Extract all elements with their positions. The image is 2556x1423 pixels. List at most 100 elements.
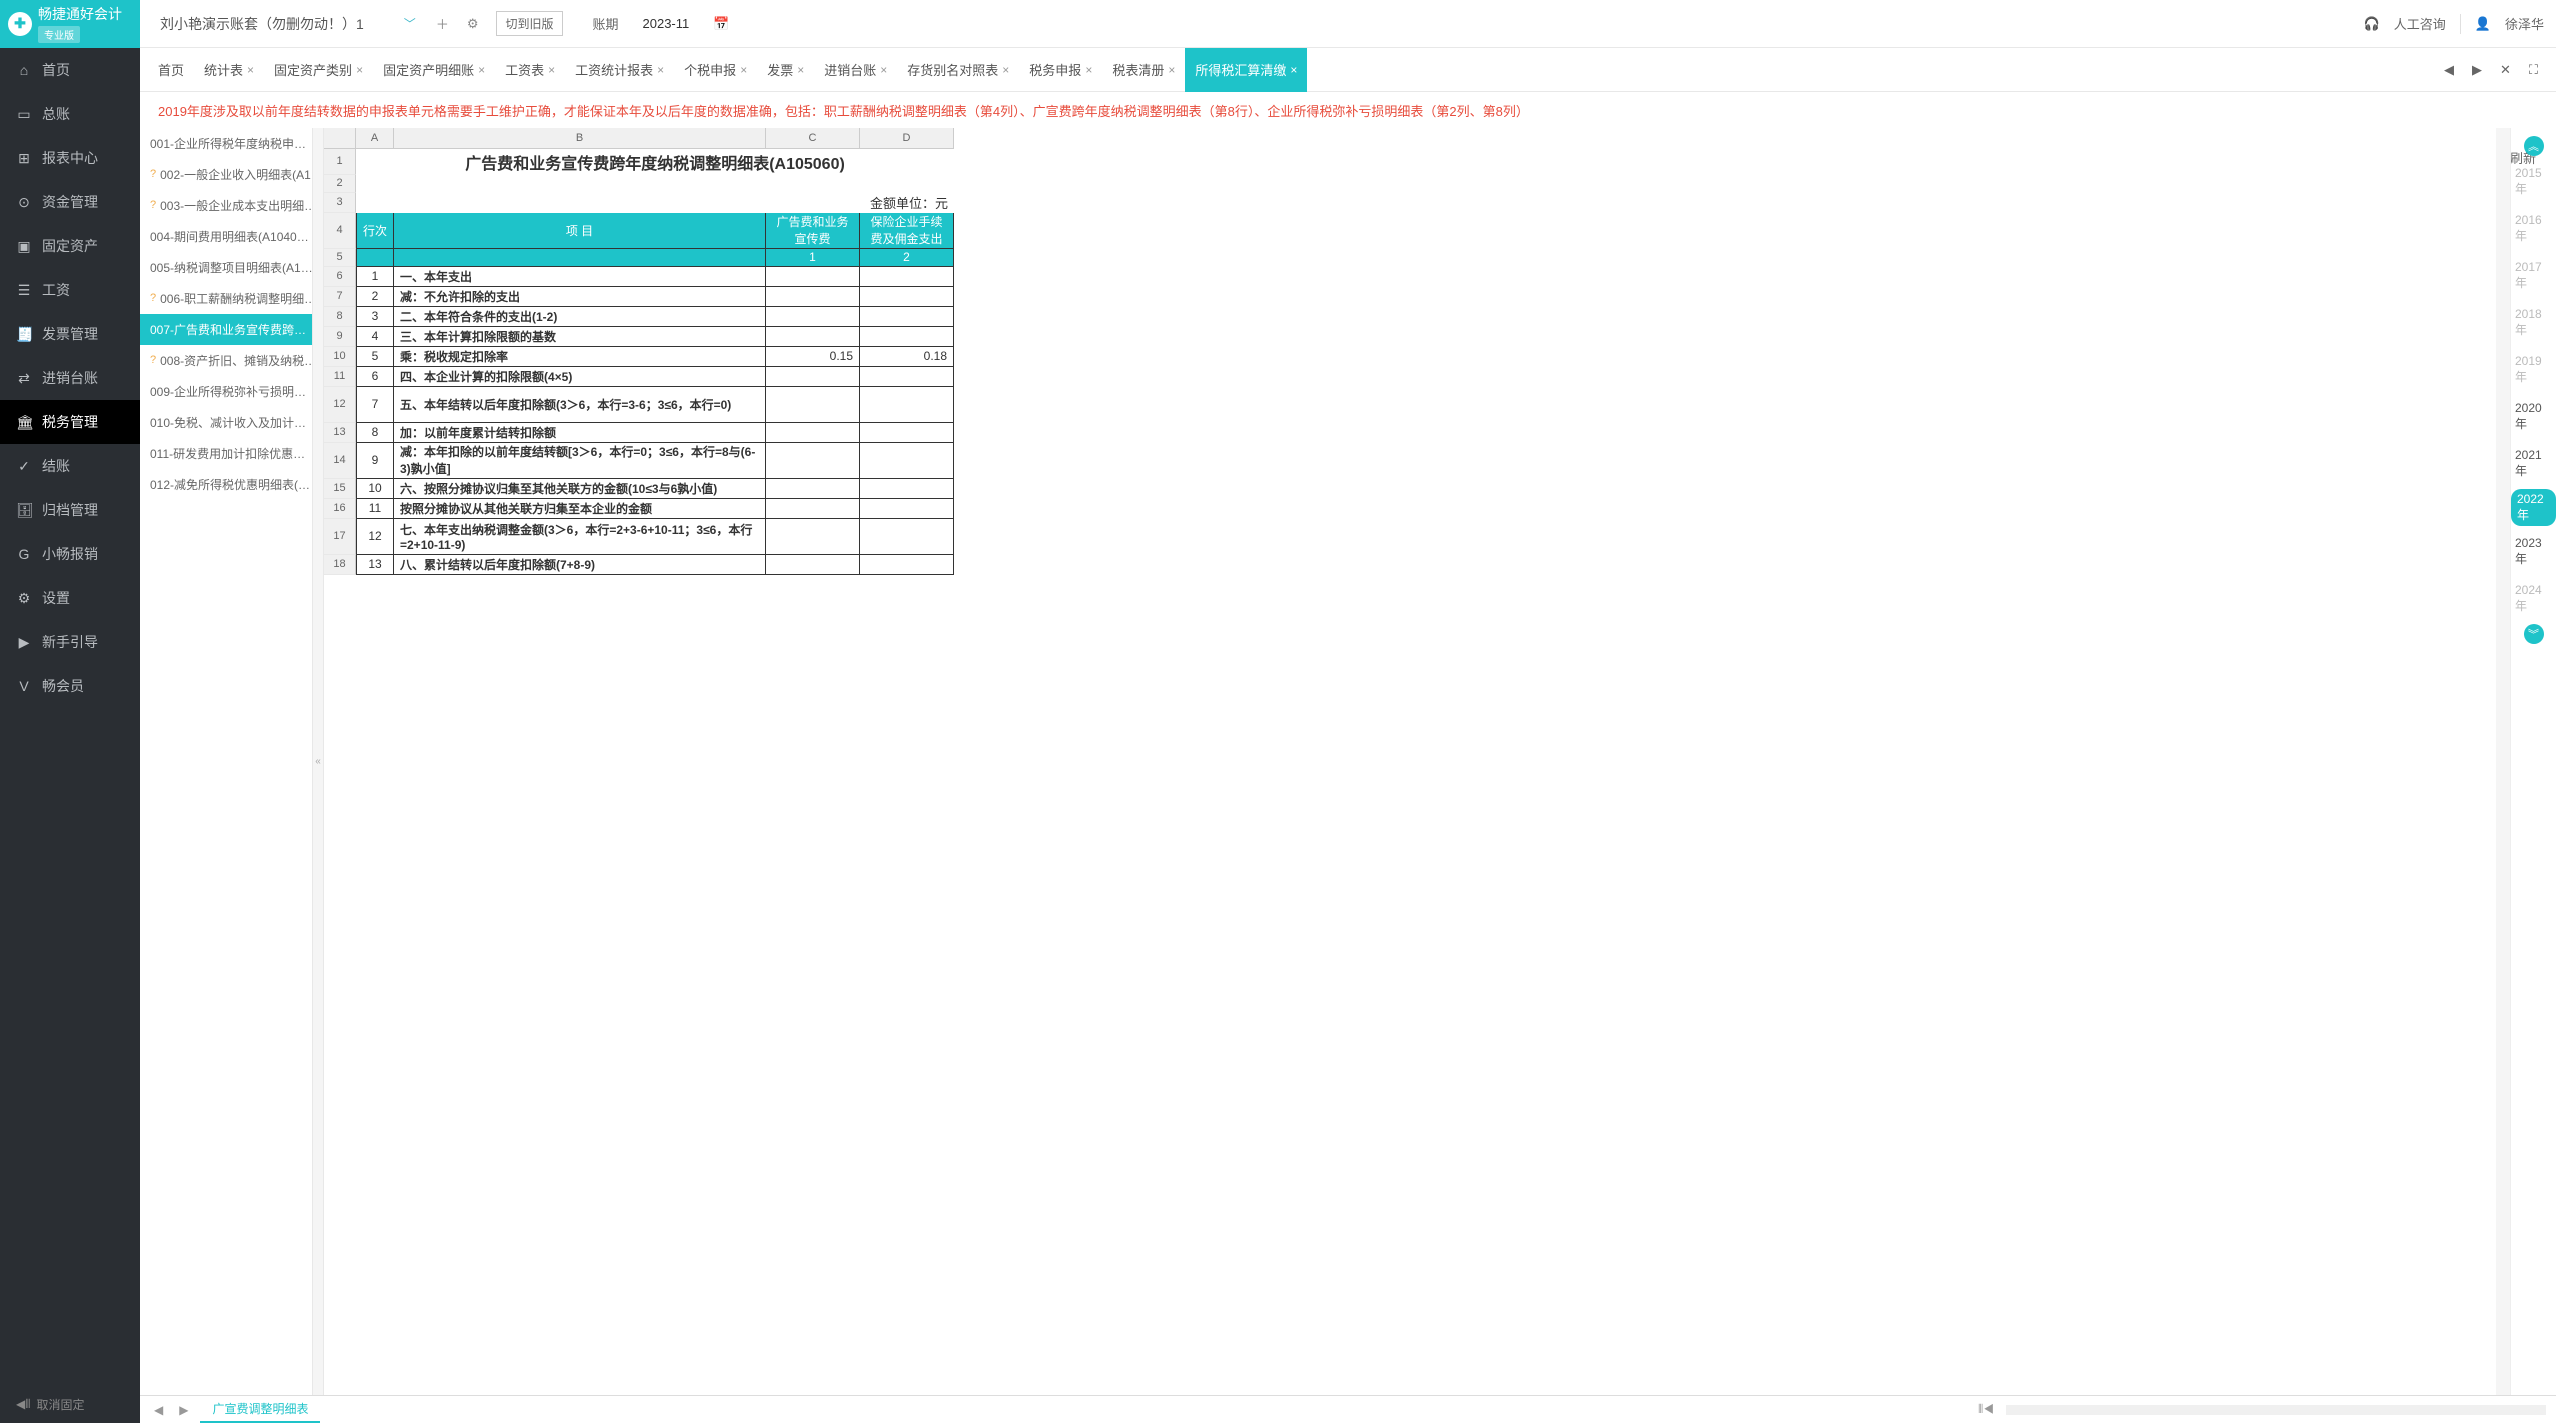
nav-item-0[interactable]: ⌂首页: [0, 48, 140, 92]
tab-close-icon[interactable]: ×: [1290, 63, 1297, 77]
cell-d[interactable]: [860, 307, 954, 327]
nav-item-3[interactable]: ⊙资金管理: [0, 180, 140, 224]
form-item-0[interactable]: 001-企业所得税年度纳税申…: [140, 128, 312, 159]
cell-c[interactable]: [766, 287, 860, 307]
cell-d[interactable]: [860, 555, 954, 575]
add-icon[interactable]: ＋: [436, 14, 449, 33]
cell-c[interactable]: [766, 267, 860, 287]
nav-item-1[interactable]: ▭总账: [0, 92, 140, 136]
cell-c[interactable]: [766, 499, 860, 519]
cell-c[interactable]: [766, 367, 860, 387]
year-2022年[interactable]: 2022年: [2511, 489, 2556, 526]
tab-close-icon[interactable]: ×: [247, 63, 254, 77]
tab-7[interactable]: 发票×: [757, 48, 814, 92]
support-link[interactable]: 人工咨询: [2394, 14, 2446, 33]
cell-c[interactable]: [766, 387, 860, 423]
tab-6[interactable]: 个税申报×: [674, 48, 757, 92]
tab-scroll-left-icon[interactable]: ◀: [2440, 58, 2458, 82]
cell-c[interactable]: [766, 479, 860, 499]
tab-close-icon[interactable]: ×: [548, 63, 555, 77]
fullscreen-icon[interactable]: ⛶: [2525, 58, 2542, 82]
cell-d[interactable]: [860, 519, 954, 555]
tab-close-icon[interactable]: ×: [356, 63, 363, 77]
cell-d[interactable]: [860, 479, 954, 499]
cell-d[interactable]: [860, 267, 954, 287]
year-2023年[interactable]: 2023年: [2511, 530, 2556, 573]
tab-close-icon[interactable]: ×: [740, 63, 747, 77]
cell-c[interactable]: [766, 423, 860, 443]
cell-d[interactable]: [860, 443, 954, 479]
user-name[interactable]: 徐泽华: [2505, 14, 2544, 33]
tab-11[interactable]: 税表清册×: [1102, 48, 1185, 92]
period-value[interactable]: 2023-11: [643, 16, 690, 31]
year-2021年[interactable]: 2021年: [2511, 442, 2556, 485]
form-item-3[interactable]: 004-期间费用明细表(A1040…: [140, 221, 312, 252]
tab-5[interactable]: 工资统计报表×: [565, 48, 674, 92]
tab-close-icon[interactable]: ×: [797, 63, 804, 77]
year-down-icon[interactable]: ︾: [2524, 624, 2544, 644]
cell-d[interactable]: [860, 367, 954, 387]
tab-0[interactable]: 首页: [148, 48, 194, 92]
year-2020年[interactable]: 2020年: [2511, 395, 2556, 438]
cell-d[interactable]: [860, 287, 954, 307]
tab-9[interactable]: 存货别名对照表×: [897, 48, 1019, 92]
tab-3[interactable]: 固定资产明细账×: [373, 48, 495, 92]
tab-10[interactable]: 税务申报×: [1019, 48, 1102, 92]
cell-d[interactable]: [860, 327, 954, 347]
form-item-4[interactable]: 005-纳税调整项目明细表(A1…: [140, 252, 312, 283]
form-item-11[interactable]: 012-减免所得税优惠明细表(…: [140, 469, 312, 500]
form-item-8[interactable]: 009-企业所得税弥补亏损明…: [140, 376, 312, 407]
nav-item-2[interactable]: ⊞报表中心: [0, 136, 140, 180]
cell-d[interactable]: [860, 423, 954, 443]
form-item-10[interactable]: 011-研发费用加计扣除优惠…: [140, 438, 312, 469]
cell-c[interactable]: [766, 307, 860, 327]
cell-c[interactable]: [766, 327, 860, 347]
tab-close-icon[interactable]: ×: [1168, 63, 1175, 77]
tab-close-all-icon[interactable]: ✕: [2496, 58, 2515, 82]
account-caret-icon[interactable]: ﹀: [404, 15, 416, 32]
nav-item-12[interactable]: ⚙设置: [0, 576, 140, 620]
form-item-2[interactable]: ?003-一般企业成本支出明细…: [140, 190, 312, 221]
nav-item-11[interactable]: G小畅报销: [0, 532, 140, 576]
calendar-icon[interactable]: 📅: [713, 16, 729, 32]
account-select[interactable]: 刘小艳演示账套（勿删勿动！）1: [160, 14, 364, 34]
year-up-icon[interactable]: ︽: [2524, 136, 2544, 156]
user-icon[interactable]: 👤: [2475, 16, 2491, 32]
nav-item-6[interactable]: 🧾发票管理: [0, 312, 140, 356]
cell-c[interactable]: 0.15: [766, 347, 860, 367]
nav-item-13[interactable]: ▶新手引导: [0, 620, 140, 664]
switch-old-version-button[interactable]: 切到旧版: [496, 11, 562, 36]
sheet-nav-next-icon[interactable]: ▶: [175, 1403, 192, 1417]
form-item-7[interactable]: ?008-资产折旧、摊销及纳税…: [140, 345, 312, 376]
tab-8[interactable]: 进销台账×: [814, 48, 897, 92]
sheet-nav-prev-icon[interactable]: ◀: [150, 1403, 167, 1417]
cell-d[interactable]: [860, 387, 954, 423]
form-item-1[interactable]: ?002-一般企业收入明细表(A1…: [140, 159, 312, 190]
spreadsheet[interactable]: ABCD1广告费和业务宣传费跨年度纳税调整明细表(A105060)23金额单位：…: [324, 128, 2496, 1396]
nav-item-9[interactable]: ✓结账: [0, 444, 140, 488]
tab-close-icon[interactable]: ×: [880, 63, 887, 77]
headset-icon[interactable]: 🎧: [2364, 16, 2380, 32]
settings-gear-icon[interactable]: ⚙: [467, 16, 479, 32]
tab-close-icon[interactable]: ×: [1002, 63, 1009, 77]
tab-close-icon[interactable]: ×: [478, 63, 485, 77]
cell-c[interactable]: [766, 443, 860, 479]
form-item-9[interactable]: 010-免税、减计收入及加计…: [140, 407, 312, 438]
horizontal-scrollbar[interactable]: [2006, 1405, 2546, 1415]
cell-c[interactable]: [766, 555, 860, 575]
nav-item-14[interactable]: V畅会员: [0, 664, 140, 708]
tab-scroll-right-icon[interactable]: ▶: [2468, 58, 2486, 82]
tab-12[interactable]: 所得税汇算清缴×: [1185, 48, 1307, 92]
vertical-scrollbar[interactable]: [2496, 128, 2510, 1396]
tab-2[interactable]: 固定资产类别×: [264, 48, 373, 92]
collapse-handle[interactable]: «: [312, 128, 324, 1396]
nav-item-7[interactable]: ⇄进销台账: [0, 356, 140, 400]
nav-item-8[interactable]: 🏛税务管理: [0, 400, 140, 444]
form-item-5[interactable]: ?006-职工薪酬纳税调整明细…: [140, 283, 312, 314]
cell-c[interactable]: [766, 519, 860, 555]
sheet-scroll-left-icon[interactable]: ⦀◀: [1974, 1402, 1998, 1417]
tab-close-icon[interactable]: ×: [1085, 63, 1092, 77]
form-item-6[interactable]: 007-广告费和业务宣传费跨…: [140, 314, 312, 345]
sidebar-unpin[interactable]: ◀⦀取消固定: [0, 1386, 140, 1423]
tab-close-icon[interactable]: ×: [657, 63, 664, 77]
